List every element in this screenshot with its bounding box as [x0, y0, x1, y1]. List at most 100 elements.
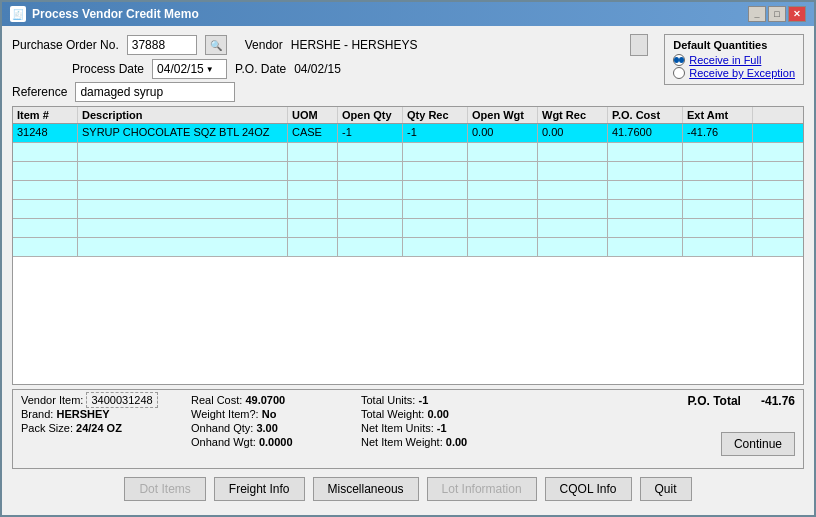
po-total-row: P.O. Total -41.76	[687, 394, 795, 408]
po-input[interactable]	[127, 35, 197, 55]
dropdown-arrow-icon: ▼	[206, 65, 214, 74]
cell-wgt-rec	[538, 181, 608, 199]
col-qty-rec: Qty Rec	[403, 107, 468, 123]
cell-uom	[288, 200, 338, 218]
vendor-item-info: Vendor Item: 3400031248	[21, 394, 171, 406]
process-date-dropdown[interactable]: 04/02/15 ▼	[152, 59, 227, 79]
table-header: Item # Description UOM Open Qty Qty Rec …	[13, 107, 803, 124]
cell-open-wgt	[468, 200, 538, 218]
cell-open-qty	[338, 162, 403, 180]
total-weight-value: 0.00	[427, 408, 448, 420]
cell-ext-amt	[683, 143, 753, 161]
cell-item: 31248	[13, 124, 78, 142]
po-total-label: P.O. Total	[687, 394, 741, 408]
cell-ext-amt: -41.76	[683, 124, 753, 142]
process-date-label: Process Date	[72, 62, 144, 76]
cell-wgt-rec	[538, 162, 608, 180]
table-row[interactable]	[13, 200, 803, 219]
cell-wgt-rec	[538, 143, 608, 161]
receive-full-radio[interactable]	[673, 54, 685, 66]
table-row[interactable]	[13, 181, 803, 200]
cell-po-cost	[608, 238, 683, 256]
cell-po-cost: 41.7600	[608, 124, 683, 142]
cell-po-cost	[608, 143, 683, 161]
pack-size-info: Pack Size: 24/24 OZ	[21, 422, 171, 434]
process-date-value: 04/02/15	[157, 62, 204, 76]
title-controls: _ □ ✕	[748, 6, 806, 22]
cell-ext-amt	[683, 200, 753, 218]
vendor-item-value: 3400031248	[86, 392, 157, 408]
cell-wgt-rec	[538, 219, 608, 237]
cell-item	[13, 181, 78, 199]
net-item-weight-info: Net Item Weight: 0.00	[361, 436, 511, 448]
table-row[interactable]: 31248 SYRUP CHOCOLATE SQZ BTL 24OZ CASE …	[13, 124, 803, 143]
cell-uom	[288, 143, 338, 161]
cell-item	[13, 162, 78, 180]
dot-items-button[interactable]: Dot Items	[124, 477, 205, 501]
receive-exception-radio[interactable]	[673, 67, 685, 79]
cell-open-wgt: 0.00	[468, 124, 538, 142]
reference-input[interactable]	[75, 82, 235, 102]
table-row[interactable]	[13, 219, 803, 238]
cell-po-cost	[608, 162, 683, 180]
cell-open-qty: -1	[338, 124, 403, 142]
cell-item	[13, 143, 78, 161]
search-button[interactable]: 🔍	[205, 35, 227, 55]
cell-open-wgt	[468, 219, 538, 237]
window-title: Process Vendor Credit Memo	[32, 7, 199, 21]
miscellaneous-button[interactable]: Miscellaneous	[313, 477, 419, 501]
weight-item-label: Weight Item?:	[191, 408, 259, 420]
cell-qty-rec	[403, 162, 468, 180]
brand-info: Brand: HERSHEY	[21, 408, 171, 420]
main-window: 🧾 Process Vendor Credit Memo _ □ ✕ Purch…	[0, 0, 816, 517]
po-label: Purchase Order No.	[12, 38, 119, 52]
items-table: Item # Description UOM Open Qty Qty Rec …	[12, 106, 804, 385]
vendor-item-label: Vendor Item:	[21, 394, 83, 406]
cell-ext-amt	[683, 219, 753, 237]
brand-value: HERSHEY	[56, 408, 109, 420]
cell-wgt-rec	[538, 238, 608, 256]
po-total-value: -41.76	[761, 394, 795, 408]
cqol-info-button[interactable]: CQOL Info	[545, 477, 632, 501]
quit-button[interactable]: Quit	[640, 477, 692, 501]
total-weight-label: Total Weight:	[361, 408, 424, 420]
cell-ext-amt	[683, 181, 753, 199]
vendor-detail-button[interactable]	[630, 34, 648, 56]
cell-description	[78, 143, 288, 161]
pack-size-label: Pack Size:	[21, 422, 73, 434]
freight-info-button[interactable]: Freight Info	[214, 477, 305, 501]
col-ext-amt: Ext Amt	[683, 107, 753, 123]
cell-uom: CASE	[288, 124, 338, 142]
cell-open-qty	[338, 200, 403, 218]
receive-full-option[interactable]: Receive in Full	[673, 54, 795, 66]
minimize-button[interactable]: _	[748, 6, 766, 22]
cell-description	[78, 238, 288, 256]
weight-item-info: Weight Item?: No	[191, 408, 341, 420]
lot-information-button[interactable]: Lot Information	[427, 477, 537, 501]
cell-uom	[288, 238, 338, 256]
vendor-label: Vendor	[245, 38, 283, 52]
net-item-units-label: Net Item Units:	[361, 422, 434, 434]
table-row[interactable]	[13, 143, 803, 162]
real-cost-value: 49.0700	[245, 394, 285, 406]
onhand-qty-info: Onhand Qty: 3.00	[191, 422, 341, 434]
cell-open-wgt	[468, 162, 538, 180]
continue-button[interactable]: Continue	[721, 432, 795, 456]
real-cost-label: Real Cost:	[191, 394, 242, 406]
info-section: Vendor Item: 3400031248 Brand: HERSHEY P…	[12, 389, 804, 469]
receive-exception-option[interactable]: Receive by Exception	[673, 67, 795, 79]
table-row[interactable]	[13, 238, 803, 257]
maximize-button[interactable]: □	[768, 6, 786, 22]
close-button[interactable]: ✕	[788, 6, 806, 22]
cell-open-qty	[338, 238, 403, 256]
po-date-value: 04/02/15	[294, 62, 341, 76]
cell-open-qty	[338, 143, 403, 161]
onhand-wgt-label: Onhand Wgt:	[191, 436, 256, 448]
info-col-1: Vendor Item: 3400031248 Brand: HERSHEY P…	[21, 394, 171, 434]
col-po-cost: P.O. Cost	[608, 107, 683, 123]
cell-description: SYRUP CHOCOLATE SQZ BTL 24OZ	[78, 124, 288, 142]
onhand-qty-label: Onhand Qty:	[191, 422, 253, 434]
cell-qty-rec	[403, 238, 468, 256]
cell-description	[78, 162, 288, 180]
table-row[interactable]	[13, 162, 803, 181]
